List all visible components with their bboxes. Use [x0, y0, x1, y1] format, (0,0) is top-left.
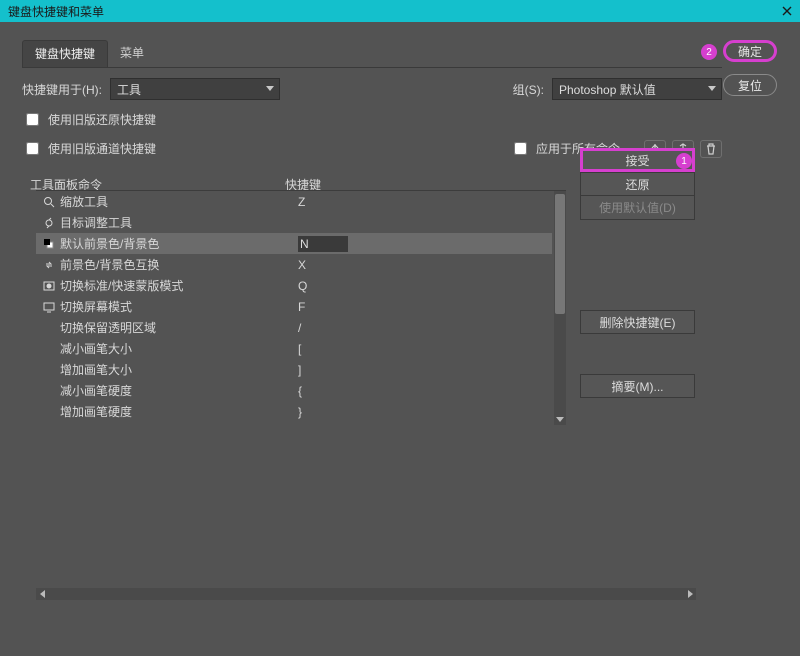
legacy-channel-label: 使用旧版通道快捷键 [48, 140, 156, 157]
row-name: 增加画笔硬度 [58, 403, 298, 420]
row-name: 切换保留透明区域 [58, 319, 298, 336]
reset-button[interactable]: 复位 [723, 74, 777, 96]
row-shortcut: } [298, 405, 498, 419]
row-shortcut: Z [298, 195, 498, 209]
row-name: 缩放工具 [58, 193, 298, 210]
list-row[interactable]: 切换标准/快速蒙版模式Q [36, 275, 552, 296]
row-shortcut: [ [298, 342, 498, 356]
set-value: Photoshop 默认值 [559, 81, 656, 98]
row-name: 前景色/背景色互换 [58, 256, 298, 273]
shortcut-input[interactable] [298, 236, 348, 252]
tab-shortcuts[interactable]: 键盘快捷键 [22, 40, 108, 67]
usedfor-value: 工具 [117, 81, 141, 98]
legacy-restore-checkbox[interactable] [26, 113, 39, 126]
swap-icon [40, 259, 58, 271]
tab-menus[interactable]: 菜单 [108, 40, 156, 67]
row-shortcut: ] [298, 363, 498, 377]
mask-icon [40, 280, 58, 292]
scroll-thumb[interactable] [555, 194, 565, 314]
horizontal-scrollbar[interactable] [36, 588, 696, 600]
row-name: 减小画笔大小 [58, 340, 298, 357]
row-name: 目标调整工具 [58, 214, 298, 231]
row-shortcut: Q [298, 279, 498, 293]
usedfor-label: 快捷键用于(H): [22, 81, 102, 98]
chevron-down-icon [266, 86, 274, 91]
scroll-right-icon[interactable] [684, 588, 696, 600]
set-label: 组(S): [513, 81, 544, 98]
titlebar: 键盘快捷键和菜单 [0, 0, 800, 22]
list-row[interactable]: 切换屏幕模式F [36, 296, 552, 317]
list-row[interactable]: 默认前景色/背景色 [36, 233, 552, 254]
window-title: 键盘快捷键和菜单 [8, 3, 104, 20]
revert-button[interactable]: 还原 [580, 172, 695, 196]
accept-label: 接受 [625, 152, 649, 169]
delete-shortcut-button[interactable]: 删除快捷键(E) [580, 310, 695, 334]
list-row[interactable]: 增加画笔大小] [36, 359, 552, 380]
row-shortcut: { [298, 384, 498, 398]
row-name: 增加画笔大小 [58, 361, 298, 378]
apply-all-checkbox[interactable] [514, 142, 527, 155]
scroll-left-icon[interactable] [36, 588, 48, 600]
list-row[interactable]: 目标调整工具 [36, 212, 552, 233]
list-row[interactable]: 缩放工具Z [36, 191, 552, 212]
use-default-button[interactable]: 使用默认值(D) [580, 196, 695, 220]
ok-button[interactable]: 确定 [723, 40, 777, 62]
legacy-channel-checkbox[interactable] [26, 142, 39, 155]
delete-set-icon[interactable] [700, 140, 722, 158]
row-name: 切换标准/快速蒙版模式 [58, 277, 298, 294]
annotation-2: 2 [701, 44, 717, 60]
list-row[interactable]: 切换保留透明区域/ [36, 317, 552, 338]
vertical-scrollbar[interactable] [554, 191, 566, 425]
swatch-icon [40, 238, 58, 250]
row-shortcut: X [298, 258, 498, 272]
row-shortcut: / [298, 321, 498, 335]
screen-icon [40, 301, 58, 313]
zoom-icon [40, 196, 58, 208]
target-icon [40, 217, 58, 229]
list-row[interactable]: 增加画笔硬度} [36, 401, 552, 422]
row-shortcut[interactable] [298, 236, 498, 252]
row-name: 减小画笔硬度 [58, 382, 298, 399]
list-row[interactable]: 减小画笔大小[ [36, 338, 552, 359]
tab-bar: 键盘快捷键 菜单 [22, 40, 722, 68]
usedfor-select[interactable]: 工具 [110, 78, 280, 100]
close-icon[interactable] [780, 4, 794, 18]
row-name: 切换屏幕模式 [58, 298, 298, 315]
set-select[interactable]: Photoshop 默认值 [552, 78, 722, 100]
legacy-restore-label: 使用旧版还原快捷键 [48, 111, 156, 128]
list-row[interactable]: 前景色/背景色互换X [36, 254, 552, 275]
scroll-down-icon[interactable] [554, 413, 566, 425]
summary-button[interactable]: 摘要(M)... [580, 374, 695, 398]
annotation-1: 1 [676, 153, 692, 169]
chevron-down-icon [708, 86, 716, 91]
list-row[interactable]: 减小画笔硬度{ [36, 380, 552, 401]
shortcut-list: 缩放工具Z目标调整工具默认前景色/背景色前景色/背景色互换X切换标准/快速蒙版模… [36, 190, 566, 425]
row-name: 默认前景色/背景色 [58, 235, 298, 252]
row-shortcut: F [298, 300, 498, 314]
